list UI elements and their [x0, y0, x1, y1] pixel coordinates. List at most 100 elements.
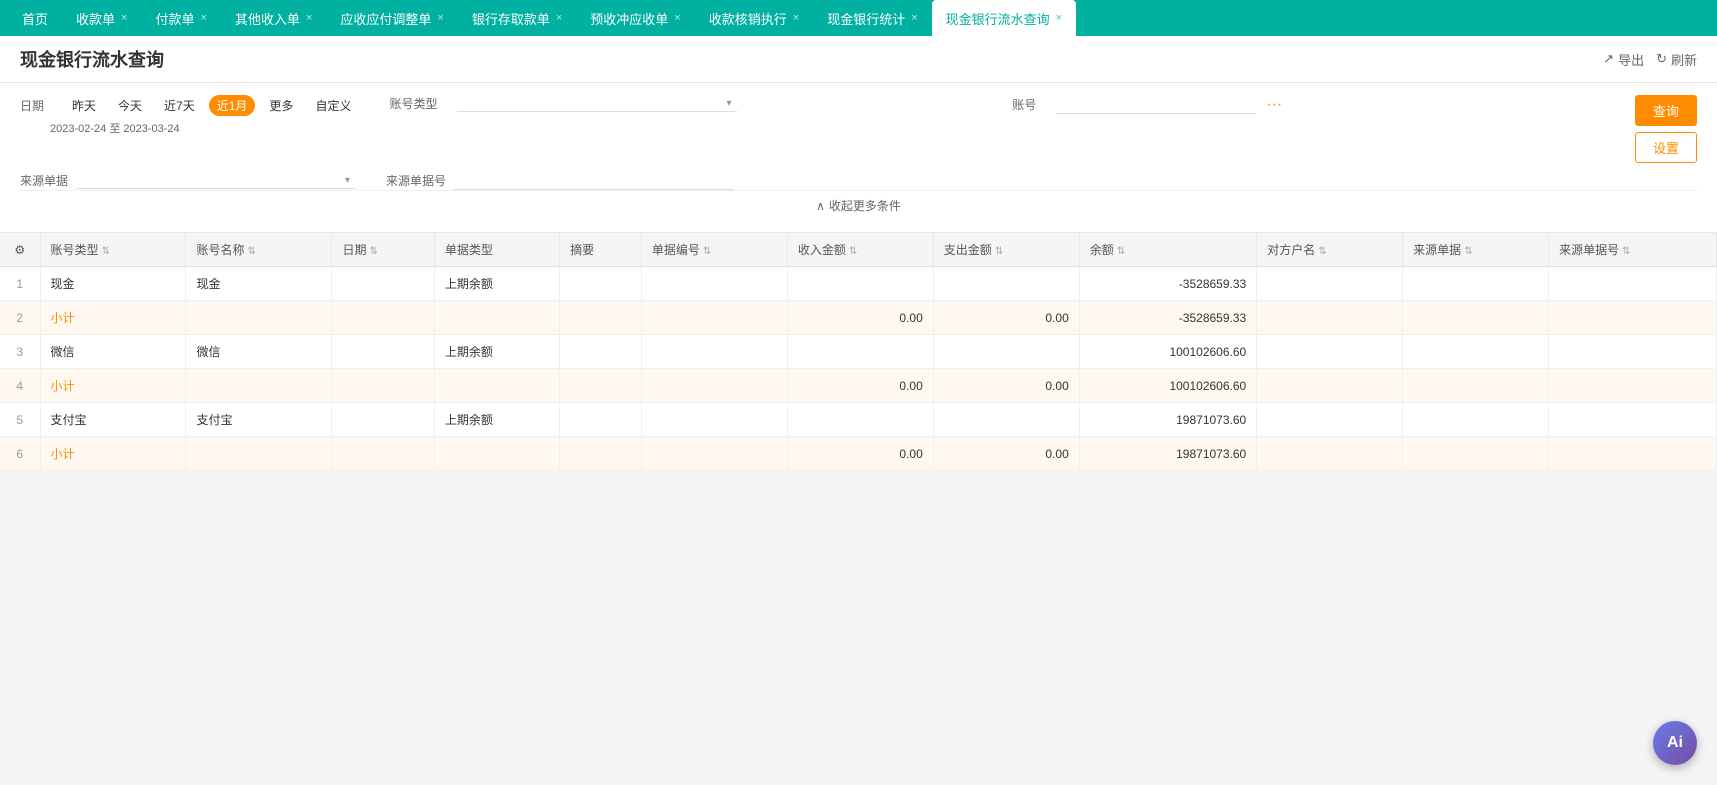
table-row: 5支付宝支付宝上期余额19871073.60 — [0, 403, 1717, 437]
source-doc-label: 来源单据 — [20, 172, 68, 189]
cell-account-type: 小计 — [40, 301, 186, 335]
nav-tab-现金银行统计[interactable]: 现金银行统计× — [813, 0, 931, 36]
account-more-button[interactable]: ··· — [1260, 96, 1288, 114]
account-type-label: 账号类型 — [389, 95, 437, 112]
close-icon[interactable]: × — [911, 12, 917, 24]
cell-source-doc — [1403, 335, 1549, 369]
date-options: 昨天今天近7天近1月更多自定义 — [64, 95, 359, 116]
cell-date — [332, 335, 434, 369]
nav-tab-付款单[interactable]: 付款单× — [141, 0, 220, 36]
cell-doc-no — [641, 335, 787, 369]
table-row: 6小计0.000.0019871073.60 — [0, 437, 1717, 471]
sort-icon: ⇅ — [1464, 246, 1472, 257]
nav-tab-现金银行流水查询[interactable]: 现金银行流水查询× — [932, 0, 1076, 36]
col-header-source_doc_no[interactable]: 来源单据号⇅ — [1549, 233, 1717, 267]
col-header-account_type[interactable]: 账号类型⇅ — [40, 233, 186, 267]
sort-icon: ⇅ — [1117, 246, 1125, 257]
date-option-更多[interactable]: 更多 — [261, 95, 301, 116]
sort-icon: ⇅ — [703, 246, 711, 257]
cell-balance: -3528659.33 — [1079, 301, 1256, 335]
close-icon[interactable]: × — [200, 12, 206, 24]
close-icon[interactable]: × — [556, 12, 562, 24]
close-icon[interactable]: × — [121, 12, 127, 24]
nav-tab-其他收入单[interactable]: 其他收入单× — [221, 0, 326, 36]
cell-expense — [933, 267, 1079, 301]
nav-home[interactable]: 首页 — [8, 0, 62, 36]
cell-expense — [933, 403, 1079, 437]
date-option-近7天[interactable]: 近7天 — [156, 95, 203, 116]
sort-icon: ⇅ — [102, 246, 110, 257]
row-number: 2 — [0, 301, 40, 335]
col-header-doc_no[interactable]: 单据编号⇅ — [641, 233, 787, 267]
page-header: 现金银行流水查询 ↗ 导出 ↻ 刷新 — [0, 36, 1717, 83]
cell-date — [332, 369, 434, 403]
account-label: 账号 — [1012, 96, 1036, 113]
col-header-balance[interactable]: 余额⇅ — [1079, 233, 1256, 267]
nav-tab-收款单[interactable]: 收款单× — [62, 0, 141, 36]
cell-source-doc — [1403, 267, 1549, 301]
cell-account-name — [186, 301, 332, 335]
cell-source-doc-no — [1549, 369, 1717, 403]
date-option-自定义[interactable]: 自定义 — [307, 95, 359, 116]
cell-expense — [933, 335, 1079, 369]
close-icon[interactable]: × — [437, 12, 443, 24]
cell-source-doc — [1403, 437, 1549, 471]
col-header-source_doc[interactable]: 来源单据⇅ — [1403, 233, 1549, 267]
close-icon[interactable]: × — [306, 12, 312, 24]
nav-tab-应收应付调整单[interactable]: 应收应付调整单× — [326, 0, 457, 36]
cell-balance: 19871073.60 — [1079, 403, 1256, 437]
cell-source-doc — [1403, 403, 1549, 437]
nav-tab-银行存取款单[interactable]: 银行存取款单× — [458, 0, 576, 36]
col-header-counterpart[interactable]: 对方户名⇅ — [1257, 233, 1403, 267]
query-button[interactable]: 查询 — [1635, 95, 1697, 126]
col-header-expense[interactable]: 支出金额⇅ — [933, 233, 1079, 267]
cell-source-doc-no — [1549, 437, 1717, 471]
settings-button[interactable]: 设置 — [1635, 132, 1697, 163]
page-title: 现金银行流水查询 — [20, 46, 164, 72]
cell-balance: 19871073.60 — [1079, 437, 1256, 471]
cell-counterpart — [1257, 369, 1403, 403]
cell-source-doc-no — [1549, 335, 1717, 369]
source-doc-select[interactable]: ▾ — [76, 173, 356, 189]
table-row: 4小计0.000.00100102606.60 — [0, 369, 1717, 403]
sort-icon: ⇅ — [369, 246, 377, 257]
cell-counterpart — [1257, 335, 1403, 369]
table-container: ⚙ 账号类型⇅账号名称⇅日期⇅单据类型摘要单据编号⇅收入金额⇅支出金额⇅余额⇅对方… — [0, 233, 1717, 471]
sort-icon: ⇅ — [1318, 246, 1326, 257]
row-number: 6 — [0, 437, 40, 471]
sort-icon: ⇅ — [247, 246, 255, 257]
source-doc-num-input[interactable] — [454, 171, 734, 190]
collapse-bar[interactable]: ∧ 收起更多条件 — [20, 190, 1697, 220]
table-row: 3微信微信上期余额100102606.60 — [0, 335, 1717, 369]
date-option-今天[interactable]: 今天 — [110, 95, 150, 116]
settings-icon[interactable]: ⚙ — [14, 243, 25, 257]
close-icon[interactable]: × — [793, 12, 799, 24]
date-range: 2023-02-24 至 2023-03-24 — [50, 120, 359, 136]
chevron-down-icon: ▾ — [726, 98, 731, 109]
col-header-date[interactable]: 日期⇅ — [332, 233, 434, 267]
cell-counterpart — [1257, 437, 1403, 471]
cell-doc-no — [641, 437, 787, 471]
col-header-income[interactable]: 收入金额⇅ — [787, 233, 933, 267]
cell-doc-no — [641, 403, 787, 437]
cell-income: 0.00 — [787, 369, 933, 403]
close-icon[interactable]: × — [1056, 12, 1062, 24]
cell-date — [332, 267, 434, 301]
account-type-select[interactable]: ▾ — [457, 96, 737, 112]
ai-assistant-button[interactable]: Ai — [1653, 721, 1697, 765]
date-option-近1月[interactable]: 近1月 — [209, 95, 256, 116]
col-header-doc_type: 单据类型 — [434, 233, 559, 267]
col-header-summary: 摘要 — [560, 233, 642, 267]
table-row: 2小计0.000.00-3528659.33 — [0, 301, 1717, 335]
refresh-button[interactable]: ↻ 刷新 — [1656, 50, 1697, 69]
nav-tab-收款核销执行[interactable]: 收款核销执行× — [695, 0, 813, 36]
date-option-昨天[interactable]: 昨天 — [64, 95, 104, 116]
cell-date — [332, 301, 434, 335]
cell-source-doc-no — [1549, 403, 1717, 437]
export-button[interactable]: ↗ 导出 — [1603, 50, 1644, 69]
account-input[interactable] — [1056, 95, 1256, 114]
col-header-account_name[interactable]: 账号名称⇅ — [186, 233, 332, 267]
sort-icon: ⇅ — [1622, 246, 1630, 257]
nav-tab-预收冲应收单[interactable]: 预收冲应收单× — [576, 0, 694, 36]
close-icon[interactable]: × — [674, 12, 680, 24]
